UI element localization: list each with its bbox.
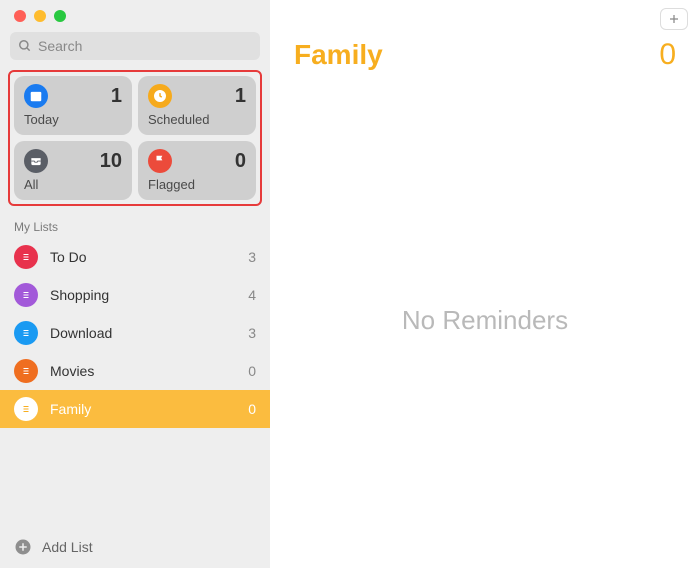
- list-count: 0: [248, 401, 256, 417]
- card-scheduled-count: 1: [235, 85, 246, 108]
- add-list-label: Add List: [42, 539, 93, 555]
- list-label: Download: [50, 325, 248, 341]
- list-count: 4: [248, 287, 256, 303]
- smart-lists-grid: 1 Today 1 Scheduled 10 All: [8, 70, 262, 206]
- card-all[interactable]: 10 All: [14, 141, 132, 200]
- calendar-today-icon: [24, 84, 48, 108]
- card-flagged[interactable]: 0 Flagged: [138, 141, 256, 200]
- card-all-label: All: [24, 177, 122, 192]
- list-row-family[interactable]: Family 0: [0, 390, 270, 428]
- list-label: Family: [50, 401, 248, 417]
- plus-icon: [668, 13, 680, 25]
- list-label: Movies: [50, 363, 248, 379]
- card-today[interactable]: 1 Today: [14, 76, 132, 135]
- tray-icon: [24, 149, 48, 173]
- list-count: 3: [248, 249, 256, 265]
- empty-state: No Reminders: [270, 72, 700, 568]
- sidebar: Search 1 Today 1 Scheduled: [0, 0, 270, 568]
- lists-container: To Do 3 Shopping 4 Download 3 Movies 0 F…: [0, 238, 270, 428]
- add-reminder-button[interactable]: [660, 8, 688, 30]
- search-placeholder: Search: [38, 38, 82, 54]
- add-list-button[interactable]: Add List: [0, 526, 270, 568]
- list-row-todo[interactable]: To Do 3: [0, 238, 270, 276]
- card-flagged-count: 0: [235, 150, 246, 173]
- card-scheduled-label: Scheduled: [148, 112, 246, 127]
- plus-circle-icon: [14, 538, 32, 556]
- my-lists-heading: My Lists: [0, 216, 270, 238]
- maximize-window-button[interactable]: [54, 10, 66, 22]
- list-header: Family 0: [270, 38, 700, 72]
- main-panel: Family 0 No Reminders: [270, 0, 700, 568]
- list-label: To Do: [50, 249, 248, 265]
- search-icon: [18, 39, 32, 53]
- window-controls: [0, 0, 270, 28]
- list-row-shopping[interactable]: Shopping 4: [0, 276, 270, 314]
- list-bullet-icon: [14, 397, 38, 421]
- flag-icon: [148, 149, 172, 173]
- card-all-count: 10: [100, 150, 122, 173]
- list-row-movies[interactable]: Movies 0: [0, 352, 270, 390]
- card-scheduled[interactable]: 1 Scheduled: [138, 76, 256, 135]
- list-title: Family: [294, 39, 383, 71]
- close-window-button[interactable]: [14, 10, 26, 22]
- list-bullet-icon: [14, 245, 38, 269]
- card-today-label: Today: [24, 112, 122, 127]
- list-bullet-icon: [14, 359, 38, 383]
- list-count: 3: [248, 325, 256, 341]
- clock-icon: [148, 84, 172, 108]
- list-total-count: 0: [659, 38, 676, 72]
- minimize-window-button[interactable]: [34, 10, 46, 22]
- list-bullet-icon: [14, 283, 38, 307]
- card-today-count: 1: [111, 85, 122, 108]
- empty-message: No Reminders: [402, 305, 568, 336]
- list-row-download[interactable]: Download 3: [0, 314, 270, 352]
- toolbar: [270, 0, 700, 38]
- list-label: Shopping: [50, 287, 248, 303]
- list-count: 0: [248, 363, 256, 379]
- card-flagged-label: Flagged: [148, 177, 246, 192]
- search-input[interactable]: Search: [10, 32, 260, 60]
- list-bullet-icon: [14, 321, 38, 345]
